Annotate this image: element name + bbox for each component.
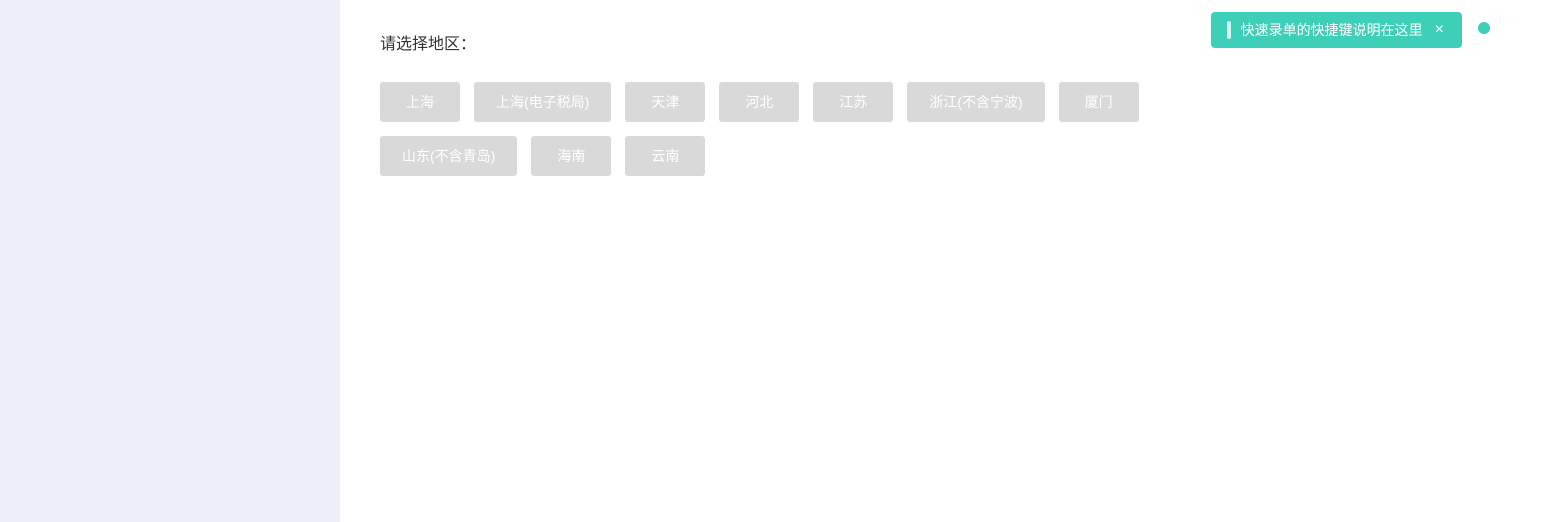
main-content: 请选择地区： 上海上海(电子税局)天津河北江苏浙江(不含宁波)厦门 山东(不含青…: [340, 0, 1562, 522]
region-row-1: 上海上海(电子税局) 天津河北江苏浙江(不含宁波) 厦门: [380, 82, 1522, 122]
region-button[interactable]: 河北: [719, 82, 799, 122]
sidebar: [0, 0, 340, 522]
region-button[interactable]: 天津: [625, 82, 705, 122]
region-button[interactable]: 江苏: [813, 82, 893, 122]
tooltip-bar: [1227, 21, 1231, 39]
tooltip-close-button[interactable]: ×: [1433, 22, 1446, 38]
region-button[interactable]: 浙江(不含宁波): [907, 82, 1044, 122]
region-button[interactable]: 海南: [531, 136, 611, 176]
region-button[interactable]: 厦门: [1059, 82, 1139, 122]
region-button[interactable]: 云南: [625, 136, 705, 176]
region-row-2: 山东(不含青岛) 海南云南: [380, 136, 1522, 176]
tooltip-text: 快速录单的快捷键说明在这里: [1241, 20, 1423, 40]
tooltip-banner: 快速录单的快捷键说明在这里 ×: [1211, 12, 1462, 48]
region-button[interactable]: 上海: [380, 82, 460, 122]
region-button[interactable]: 上海(电子税局): [474, 82, 611, 122]
tooltip-dot: [1478, 22, 1490, 34]
region-button[interactable]: 山东(不含青岛): [380, 136, 517, 176]
